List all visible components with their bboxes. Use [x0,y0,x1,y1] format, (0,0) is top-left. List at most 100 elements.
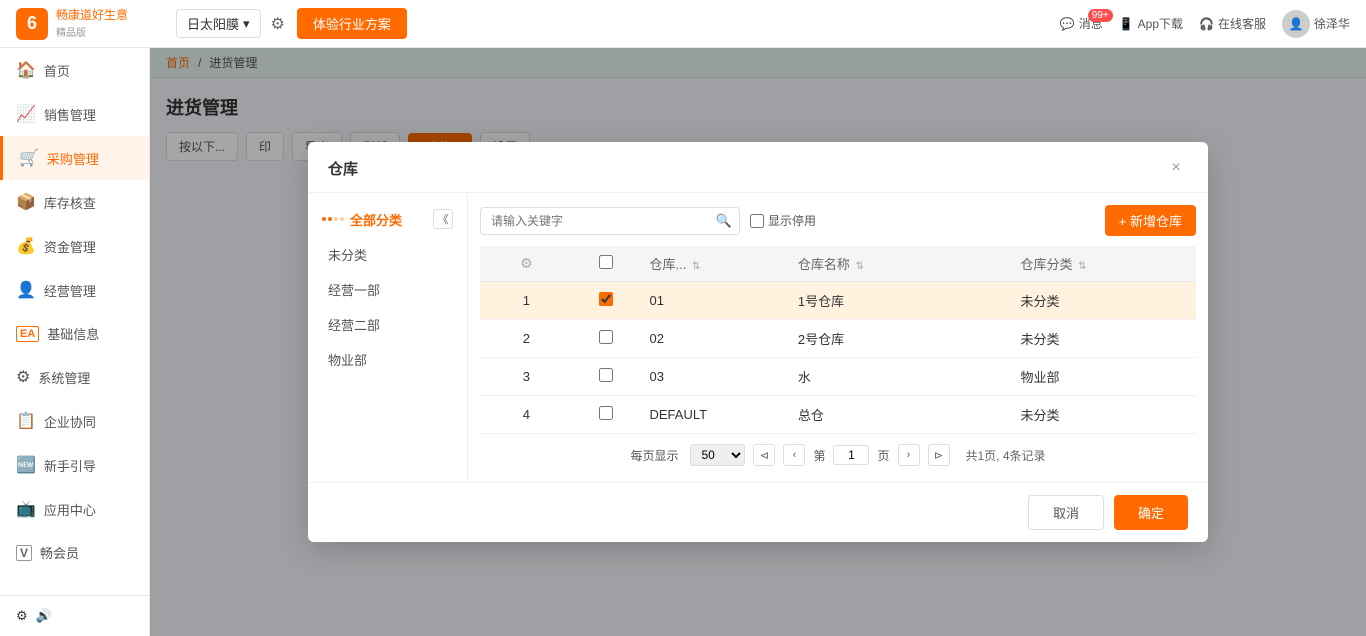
category-item-operations1[interactable]: 经营一部 [308,272,467,307]
row-checkbox-cell[interactable] [573,358,640,396]
page-input[interactable] [833,445,869,465]
logo-icon: 6 [16,8,48,40]
th-warehouse-name[interactable]: 仓库名称 ⇅ [788,246,1011,282]
last-page-btn[interactable]: ⊳ [928,444,950,466]
row-checkbox[interactable] [599,330,613,344]
sidebar-item-label: 基础信息 [47,324,99,343]
main-layout: 🏠 首页 📈 销售管理 🛒 采购管理 📦 库存核查 💰 资金管理 👤 经营管理 … [0,48,1366,636]
confirm-button[interactable]: 确定 [1114,495,1188,530]
sidebar-item-basic-info[interactable]: EA 基础信息 [0,312,149,355]
row-name: 1号仓库 [788,282,1011,320]
collapse-btn[interactable]: 《 [433,209,453,229]
sidebar-item-member[interactable]: V 畅会员 [0,531,149,574]
total-info: 共1页, 4条记录 [966,447,1046,464]
row-checkbox[interactable] [599,368,613,382]
table-row[interactable]: 2 02 2号仓库 未分类 [480,320,1196,358]
select-all-checkbox[interactable] [599,255,613,269]
table-row[interactable]: 3 03 水 物业部 [480,358,1196,396]
th-settings[interactable]: ⚙ [480,246,573,282]
modal-close-button[interactable]: × [1164,156,1188,180]
message-icon: 💬 [1060,17,1075,31]
purchase-icon: 🛒 [19,148,39,168]
user-item[interactable]: 👤 徐泽华 [1282,10,1350,38]
page-word2: 页 [877,447,889,464]
table-row[interactable]: 4 DEFAULT 总仓 未分类 [480,396,1196,434]
category-item-uncategorized[interactable]: 未分类 [308,237,467,272]
row-name: 2号仓库 [788,320,1011,358]
basic-info-icon: EA [16,326,39,342]
messages-item[interactable]: 💬 消息 99+ [1060,15,1103,32]
sort-icon: ⇅ [692,261,700,272]
header-right: 💬 消息 99+ 📱 App下载 🎧 在线客服 👤 徐泽华 [1060,10,1350,38]
show-disabled-label[interactable]: 显示停用 [750,212,816,229]
show-disabled-checkbox[interactable] [750,214,764,228]
add-warehouse-button[interactable]: + 新增仓库 [1105,205,1196,236]
sidebar-item-purchase[interactable]: 🛒 采购管理 [0,136,149,180]
category-item-property[interactable]: 物业部 [308,342,467,377]
per-page-select[interactable]: 50 20 100 [690,444,745,466]
settings-icon[interactable]: ⚙ [271,14,285,34]
warehouse-modal: 仓库 × 全部分类 [308,142,1208,542]
member-icon: V [16,545,32,561]
sidebar-item-label: 应用中心 [44,500,96,519]
search-input[interactable] [480,207,740,235]
category-all-header[interactable]: 全部分类 《 [308,201,467,237]
store-name: 日太阳膜 [187,14,239,33]
sidebar-item-operations[interactable]: 👤 经营管理 [0,268,149,312]
th-warehouse-id[interactable]: 仓库... ⇅ [640,246,788,282]
cancel-button[interactable]: 取消 [1028,495,1104,530]
sidebar-item-home[interactable]: 🏠 首页 [0,48,149,92]
table-toolbar: 🔍 显示停用 + 新增仓库 [480,205,1196,236]
sidebar-item-finance[interactable]: 💰 资金管理 [0,224,149,268]
app-download-label: App下载 [1138,15,1183,32]
category-item-operations2[interactable]: 经营二部 [308,307,467,342]
sidebar-item-sales[interactable]: 📈 销售管理 [0,92,149,136]
modal-body: 全部分类 《 未分类 经营一部 经营二部 物业部 [308,193,1208,482]
guide-icon: 🆕 [16,455,36,475]
sidebar-item-label: 新手引导 [44,456,96,475]
th-warehouse-category[interactable]: 仓库分类 ⇅ [1010,246,1196,282]
row-checkbox[interactable] [599,292,613,306]
headset-icon: 🎧 [1199,17,1214,31]
row-id: 01 [640,282,788,320]
brand-sub: 精品版 [56,24,128,39]
category-panel: 全部分类 《 未分类 经营一部 经营二部 物业部 [308,193,468,482]
row-checkbox-cell[interactable] [573,396,640,434]
search-icon[interactable]: 🔍 [716,213,732,229]
table-wrap: ⚙ 仓库... ⇅ [480,246,1196,434]
sidebar-item-enterprise[interactable]: 📋 企业协同 [0,399,149,443]
table-panel: 🔍 显示停用 + 新增仓库 [468,193,1208,482]
sidebar: 🏠 首页 📈 销售管理 🛒 采购管理 📦 库存核查 💰 资金管理 👤 经营管理 … [0,48,150,636]
customer-service-item[interactable]: 🎧 在线客服 [1199,15,1266,32]
search-input-wrap: 🔍 [480,207,740,235]
sidebar-item-label: 销售管理 [44,105,96,124]
trial-button[interactable]: 体验行业方案 [297,8,407,39]
content-area: 首页 / 进货管理 进货管理 按以下... 印 导出 刷新 查询 设置 仓库 × [150,48,1366,636]
table-row[interactable]: 1 01 1号仓库 未分类 [480,282,1196,320]
sidebar-item-label: 首页 [44,61,70,80]
volume-icon[interactable]: 🔊 [36,608,52,624]
app-download-item[interactable]: 📱 App下载 [1119,15,1183,32]
sort-icon: ⇅ [856,261,864,272]
next-page-btn[interactable]: › [898,444,920,466]
sidebar-item-guide[interactable]: 🆕 新手引导 [0,443,149,487]
messages-badge: 99+ [1088,9,1113,22]
settings-bottom-icon[interactable]: ⚙ [16,608,28,624]
app-center-icon: 📺 [16,499,36,519]
pagination-bar: 每页显示 50 20 100 ⊲ ‹ 第 页 › [480,434,1196,470]
prev-page-btn[interactable]: ‹ [783,444,805,466]
first-page-btn[interactable]: ⊲ [753,444,775,466]
brand-name: 畅康道好生意 [56,8,128,24]
store-selector[interactable]: 日太阳膜 ▾ [176,9,261,38]
sidebar-item-label: 企业协同 [44,412,96,431]
row-checkbox-cell[interactable] [573,320,640,358]
sidebar-item-app-center[interactable]: 📺 应用中心 [0,487,149,531]
sidebar-item-inventory[interactable]: 📦 库存核查 [0,180,149,224]
th-checkbox[interactable] [573,246,640,282]
row-name: 总仓 [788,396,1011,434]
row-checkbox[interactable] [599,406,613,420]
sidebar-item-system[interactable]: ⚙ 系统管理 [0,355,149,399]
show-disabled-text: 显示停用 [768,212,816,229]
row-seq: 2 [480,320,573,358]
row-checkbox-cell[interactable] [573,282,640,320]
